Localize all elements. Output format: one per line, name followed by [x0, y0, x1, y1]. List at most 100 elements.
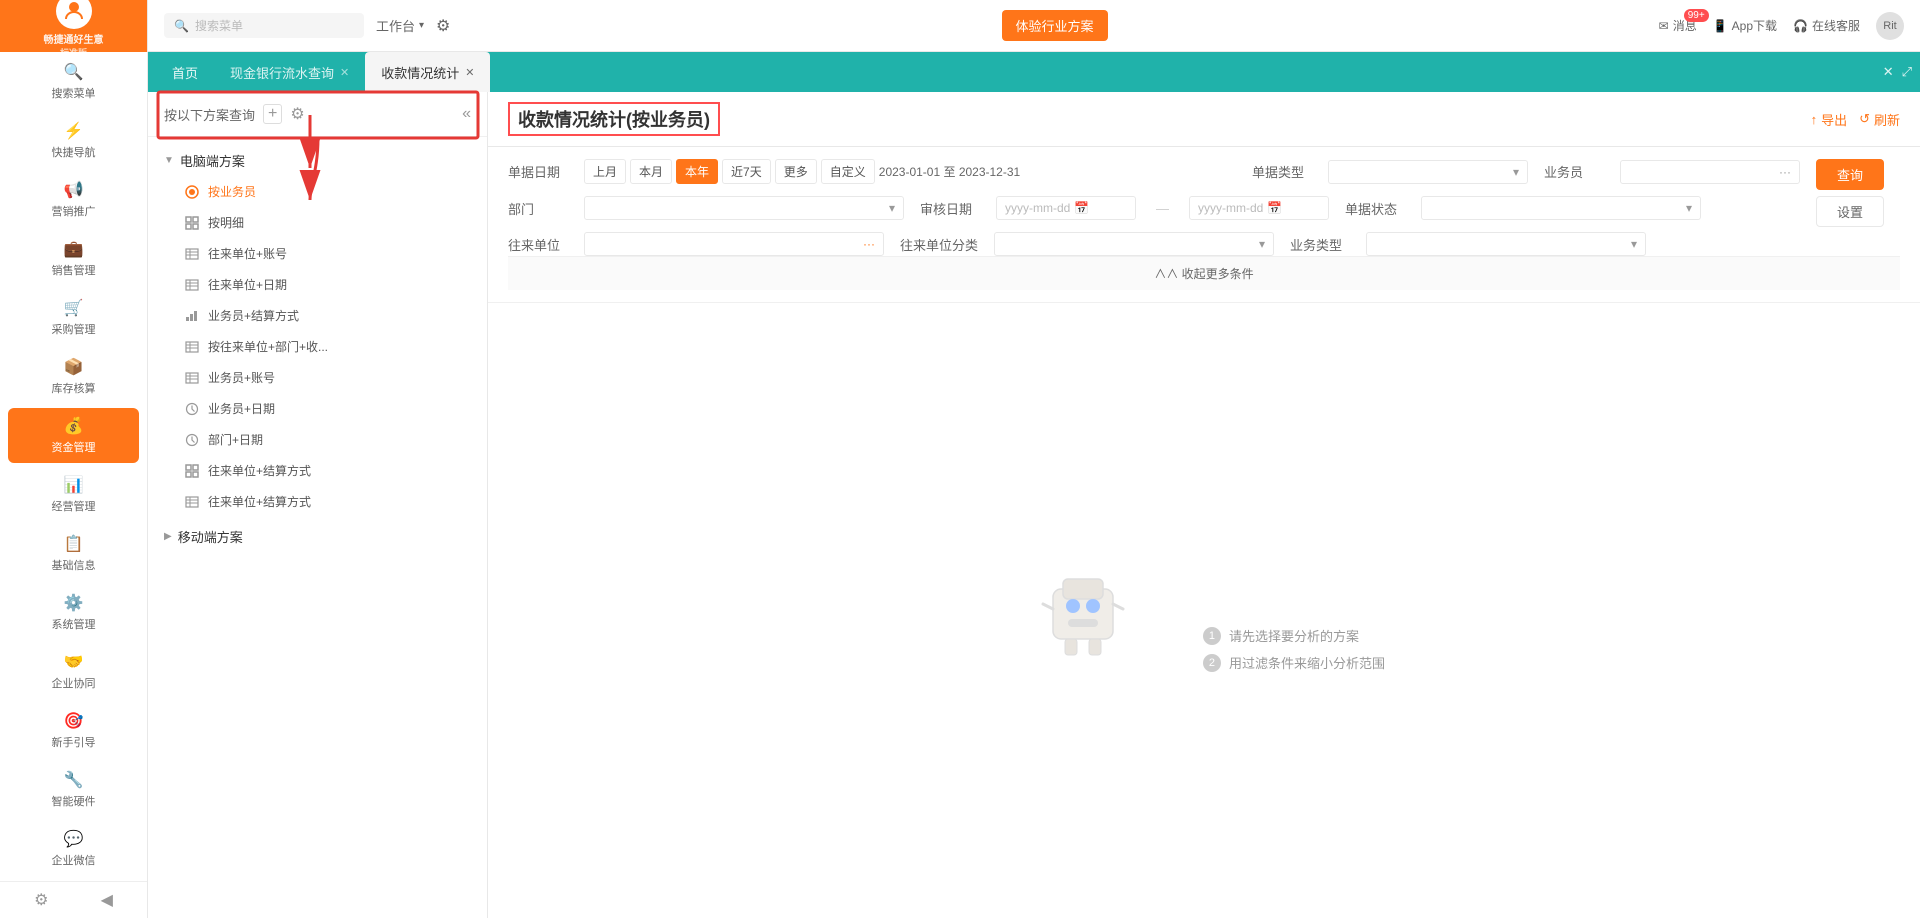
- date-btn-7days[interactable]: 近7天: [722, 159, 771, 184]
- sidebar-item-sales[interactable]: 💼 销售管理: [0, 229, 147, 288]
- inventory-icon: 📦: [64, 357, 84, 377]
- sidebar-item-hardware[interactable]: 🔧 智能硬件: [0, 760, 147, 819]
- tree-child-dept-date[interactable]: 部门+日期: [148, 424, 487, 455]
- tab-receipt-stats[interactable]: 收款情况统计 ✕: [365, 52, 490, 92]
- date-btn-this-year[interactable]: 本年: [676, 159, 718, 184]
- filter-voucher-type-select[interactable]: ▾: [1328, 160, 1528, 184]
- panel-settings-icon[interactable]: ⚙: [290, 104, 304, 124]
- sidebar-item-enterprise[interactable]: 🤝 企业协同: [0, 642, 147, 701]
- filter-business-type-select[interactable]: ▾: [1366, 232, 1646, 256]
- tree-child-by-salesperson[interactable]: 按业务员: [148, 176, 487, 207]
- sidebar-item-quick-nav[interactable]: ⚡ 快捷导航: [0, 111, 147, 170]
- filter-rows-main: 单据日期 上月 本月 本年 近7天 更多 自定义 2023-01-01 至 20…: [508, 159, 1800, 256]
- finance-icon: 💰: [64, 416, 84, 436]
- filter-salesperson-label: 业务员: [1544, 162, 1604, 181]
- date-btn-custom[interactable]: 自定义: [821, 159, 875, 184]
- tab-home[interactable]: 首页: [156, 52, 214, 92]
- filter-partner-label: 往来单位: [508, 235, 568, 254]
- filter-partner-input[interactable]: ···: [584, 232, 884, 256]
- panel-collapse-icon[interactable]: «: [462, 105, 471, 123]
- tree-child-by-detail[interactable]: 按明细: [148, 207, 487, 238]
- online-service-button[interactable]: 🎧 在线客服: [1793, 17, 1860, 34]
- tree-child-unit-dept[interactable]: 按往来单位+部门+收...: [148, 331, 487, 362]
- message-button[interactable]: ✉ 消息 99+: [1659, 17, 1697, 34]
- tree-child-unit-account-label: 往来单位+账号: [208, 245, 287, 262]
- tree-parent-pc[interactable]: ▼ 电脑端方案: [148, 145, 487, 176]
- close-all-icon[interactable]: ✕: [1883, 64, 1894, 80]
- tree-child-by-detail-label: 按明细: [208, 214, 244, 231]
- tree-child-sales-settlement[interactable]: 业务员+结算方式: [148, 300, 487, 331]
- user-avatar[interactable]: Rit: [1876, 12, 1904, 40]
- filter-review-date-start[interactable]: yyyy-mm-dd 📅: [996, 196, 1136, 220]
- panel-add-icon[interactable]: +: [263, 104, 282, 124]
- chevron-down-icon: ▾: [889, 201, 895, 215]
- sidebar-item-purchase[interactable]: 🛒 采购管理: [0, 288, 147, 347]
- tree-child-sales-date[interactable]: 业务员+日期: [148, 393, 487, 424]
- collapse-more-button[interactable]: ∧∧ 收起更多条件: [508, 256, 1900, 290]
- partner-more-icon[interactable]: ···: [863, 237, 875, 251]
- sidebar-item-inventory[interactable]: 📦 库存核算: [0, 347, 147, 406]
- date-dash: —: [1156, 201, 1169, 216]
- sidebar-item-label: 营销推广: [52, 203, 96, 219]
- sidebar: 畅捷通好生意 标准版 🔍 搜索菜单 ⚡ 快捷导航 📢 营销推广 💼 销售管理 🛒…: [0, 0, 148, 918]
- tree-child-sales-account[interactable]: 业务员+账号: [148, 362, 487, 393]
- date-btn-more[interactable]: 更多: [775, 159, 817, 184]
- unit-account-icon: [184, 246, 200, 262]
- tab-bank-flow[interactable]: 现金银行流水查询 ✕: [214, 52, 365, 92]
- search-menu-icon: 🔍: [64, 62, 84, 82]
- topbar-search-icon: 🔍: [174, 19, 189, 33]
- sidebar-item-search-menu[interactable]: 🔍 搜索菜单: [0, 52, 147, 111]
- date-btn-this-month[interactable]: 本月: [630, 159, 672, 184]
- settings-button[interactable]: 设置: [1816, 196, 1884, 227]
- tree-parent-mobile[interactable]: ▶ 移动端方案: [148, 521, 487, 552]
- topbar-dropdown-label: 工作台: [376, 16, 415, 35]
- sidebar-item-marketing[interactable]: 📢 营销推广: [0, 170, 147, 229]
- sidebar-item-wechat[interactable]: 💬 企业微信: [0, 819, 147, 878]
- scheme-button[interactable]: 体验行业方案: [1002, 10, 1108, 41]
- filter-voucher-status-select[interactable]: ▾: [1421, 196, 1701, 220]
- unit-settlement3-icon: [184, 494, 200, 510]
- filter-partner-category-select[interactable]: ▾: [994, 232, 1274, 256]
- filter-review-date-end[interactable]: yyyy-mm-dd 📅: [1189, 196, 1329, 220]
- sidebar-item-basic-info[interactable]: 📋 基础信息: [0, 524, 147, 583]
- filter-salesperson-select[interactable]: ···: [1620, 160, 1800, 184]
- tree-parent-pc-label: 电脑端方案: [180, 151, 245, 170]
- tree-child-unit-settlement2[interactable]: 往来单位+结算方式: [148, 455, 487, 486]
- purchase-icon: 🛒: [64, 298, 84, 318]
- sales-settlement-icon: [184, 308, 200, 324]
- tabbar-actions: ✕ ⤢: [1883, 64, 1912, 80]
- guide-icon: 🎯: [64, 711, 84, 731]
- wechat-icon: 💬: [64, 829, 84, 849]
- tab-receipt-stats-close[interactable]: ✕: [465, 66, 474, 79]
- sidebar-item-guide[interactable]: 🎯 新手引导: [0, 701, 147, 760]
- tree-child-sales-account-label: 业务员+账号: [208, 369, 275, 386]
- maximize-icon[interactable]: ⤢: [1902, 64, 1912, 80]
- app-download-button[interactable]: 📱 App下载: [1713, 17, 1777, 34]
- sidebar-item-label: 智能硬件: [52, 793, 96, 809]
- export-button[interactable]: ↑ 导出: [1811, 110, 1848, 129]
- filter-partner-category-label: 往来单位分类: [900, 235, 978, 254]
- filter-dept-select[interactable]: ▾: [584, 196, 904, 220]
- basic-info-icon: 📋: [64, 534, 84, 554]
- sidebar-settings-icon[interactable]: ⚙: [34, 890, 48, 910]
- empty-illustration: [1023, 549, 1143, 672]
- filter-date-label: 单据日期: [508, 162, 568, 181]
- topbar-gear-icon[interactable]: ⚙: [436, 16, 450, 36]
- sidebar-item-operations[interactable]: 📊 经营管理: [0, 465, 147, 524]
- refresh-button[interactable]: ↺ 刷新: [1859, 110, 1900, 129]
- topbar-dropdown[interactable]: 工作台 ▾: [376, 16, 424, 35]
- sidebar-item-system[interactable]: ⚙️ 系统管理: [0, 583, 147, 642]
- unit-dept-icon: [184, 339, 200, 355]
- tab-bank-flow-close[interactable]: ✕: [340, 66, 349, 79]
- message-icon: ✉: [1659, 19, 1669, 33]
- topbar-search[interactable]: 🔍 搜索菜单: [164, 13, 364, 38]
- sidebar-item-finance[interactable]: 💰 资金管理: [8, 408, 139, 463]
- tree-child-unit-settlement3[interactable]: 往来单位+结算方式: [148, 486, 487, 517]
- sidebar-collapse-icon[interactable]: ◀: [101, 890, 113, 910]
- calendar-icon-start: 📅: [1074, 201, 1089, 215]
- tree-child-unit-account[interactable]: 往来单位+账号: [148, 238, 487, 269]
- tree-child-unit-date[interactable]: 往来单位+日期: [148, 269, 487, 300]
- message-badge: 99+: [1684, 9, 1709, 22]
- date-btn-last-month[interactable]: 上月: [584, 159, 626, 184]
- query-button[interactable]: 查询: [1816, 159, 1884, 190]
